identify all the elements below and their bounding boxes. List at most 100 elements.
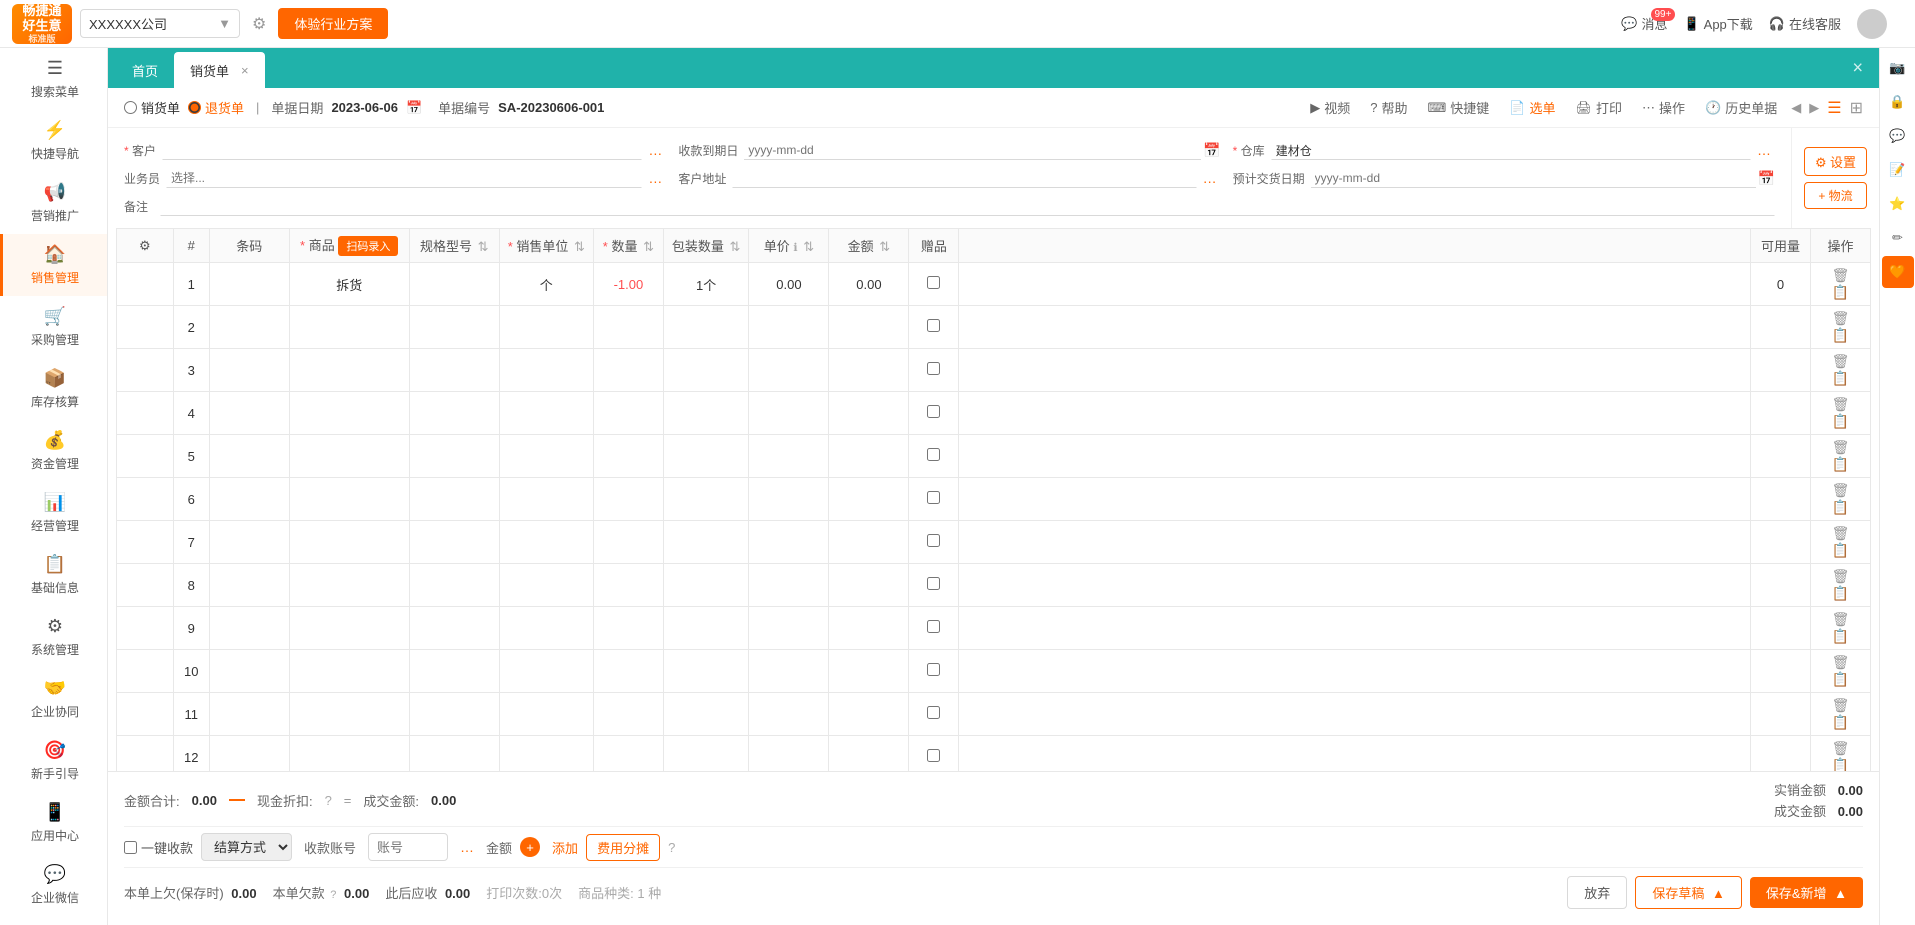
video-btn[interactable]: ▶ 视频 bbox=[1304, 96, 1356, 119]
row-copy-icon[interactable]: 📋 bbox=[1830, 325, 1851, 345]
customer-addr-input[interactable] bbox=[732, 168, 1196, 188]
table-wrapper[interactable]: ⚙ # 条码 * 商品 扫码录入 规格型号 ⇅ bbox=[108, 228, 1879, 771]
expected-cal-icon[interactable]: 📅 bbox=[1758, 170, 1775, 187]
history-btn[interactable]: 🕐 历史单据 bbox=[1699, 96, 1783, 119]
discard-btn[interactable]: 放弃 bbox=[1567, 876, 1627, 909]
receipt-date-input[interactable] bbox=[744, 141, 1201, 160]
unit-sort-icon[interactable]: ⇅ bbox=[574, 239, 585, 254]
tab-home[interactable]: 首页 bbox=[116, 52, 174, 88]
remark-input[interactable] bbox=[160, 196, 1775, 216]
close-all-icon[interactable]: × bbox=[1852, 58, 1863, 79]
shortcut-btn[interactable]: ⌨ 快捷键 bbox=[1422, 96, 1496, 119]
total-owe-help-icon[interactable]: ? bbox=[330, 889, 336, 901]
qty-sort-icon[interactable]: ⇅ bbox=[643, 239, 654, 254]
sidebar-item-inventory[interactable]: 📦 库存核算 bbox=[0, 358, 107, 420]
select-order-btn[interactable]: 📄 选单 bbox=[1503, 96, 1561, 119]
salesman-more-icon[interactable]: … bbox=[644, 170, 666, 186]
add-payment-label[interactable]: 添加 bbox=[552, 838, 578, 857]
sidebar-item-sales[interactable]: 🏠 销售管理 bbox=[0, 234, 107, 296]
col-header-settings[interactable]: ⚙ bbox=[117, 229, 174, 263]
float-orange-btn[interactable]: 🧡 bbox=[1882, 256, 1914, 288]
grid-view-icon[interactable]: ⊞ bbox=[1850, 98, 1863, 118]
radio-return[interactable]: 退货单 bbox=[188, 98, 244, 117]
add-payment-btn[interactable]: + bbox=[520, 837, 540, 857]
account-input[interactable] bbox=[368, 833, 448, 861]
sidebar-item-mkt[interactable]: 📢 营销推广 bbox=[0, 172, 107, 234]
row-copy-icon[interactable]: 📋 bbox=[1830, 712, 1851, 732]
logistics-btn[interactable]: + 物流 bbox=[1804, 182, 1867, 209]
draft-btn[interactable]: 保存草稿 ▲ bbox=[1635, 876, 1742, 909]
sidebar-item-finance[interactable]: 💰 资金管理 bbox=[0, 420, 107, 482]
app-download-btn[interactable]: 📱 App下载 bbox=[1683, 14, 1752, 33]
row1-barcode[interactable] bbox=[209, 263, 289, 306]
row-copy-icon[interactable]: 📋 bbox=[1830, 669, 1851, 689]
row1-amount[interactable]: 0.00 bbox=[829, 263, 909, 306]
draft-arrow-icon[interactable]: ▲ bbox=[1712, 886, 1725, 901]
float-star-btn[interactable]: ⭐ bbox=[1882, 188, 1914, 220]
row-copy-icon[interactable]: 📋 bbox=[1830, 583, 1851, 603]
expense-btn[interactable]: 费用分摊 bbox=[586, 834, 660, 861]
sidebar-item-search[interactable]: ☰ 搜索菜单 bbox=[0, 48, 107, 110]
row1-goods[interactable]: 拆货 bbox=[289, 263, 409, 306]
account-more-icon[interactable]: … bbox=[456, 839, 478, 855]
amount-sort-icon[interactable]: ⇅ bbox=[879, 239, 890, 254]
row1-gift[interactable] bbox=[909, 263, 959, 306]
trial-btn[interactable]: 体验行业方案 bbox=[278, 8, 388, 39]
row-copy-icon[interactable]: 📋 bbox=[1830, 540, 1851, 560]
radio-sale[interactable]: 销货单 bbox=[124, 98, 180, 117]
float-lock-btn[interactable]: 🔒 bbox=[1882, 86, 1914, 118]
service-btn[interactable]: 🎧 在线客服 bbox=[1769, 14, 1841, 33]
row-copy-icon[interactable]: 📋 bbox=[1830, 755, 1851, 771]
row1-spec[interactable] bbox=[409, 263, 499, 306]
row-copy-icon[interactable]: 📋 bbox=[1830, 411, 1851, 431]
prev-record-icon[interactable]: ◀ bbox=[1791, 100, 1801, 116]
price-sort-icon[interactable]: ⇅ bbox=[803, 239, 814, 254]
sidebar-item-corpwechat[interactable]: 💬 企业微信 bbox=[0, 854, 107, 916]
row-copy-icon[interactable]: 📋 bbox=[1830, 497, 1851, 517]
expense-help-icon[interactable]: ? bbox=[668, 840, 675, 855]
customer-input[interactable] bbox=[162, 140, 642, 160]
help-btn[interactable]: ? 帮助 bbox=[1364, 96, 1413, 119]
sidebar-item-purchase[interactable]: 🛒 采购管理 bbox=[0, 296, 107, 358]
date-picker-icon[interactable]: 📅 bbox=[406, 100, 422, 116]
tab-sales-order[interactable]: 销货单 × bbox=[174, 52, 265, 88]
sidebar-item-sysmgmt[interactable]: ⚙ 系统管理 bbox=[0, 606, 107, 668]
settings-btn[interactable]: ⚙ 设置 bbox=[1804, 147, 1867, 176]
sidebar-item-biz[interactable]: 📊 经营管理 bbox=[0, 482, 107, 544]
next-record-icon[interactable]: ▶ bbox=[1809, 100, 1819, 116]
sidebar-item-appcenter[interactable]: 📱 应用中心 bbox=[0, 792, 107, 854]
float-chat-btn[interactable]: 💬 bbox=[1882, 120, 1914, 152]
print-btn[interactable]: 🖨 打印 bbox=[1570, 96, 1629, 119]
customer-more-icon[interactable]: … bbox=[644, 142, 666, 158]
save-new-arrow-icon[interactable]: ▲ bbox=[1834, 886, 1847, 901]
topbar-gear-icon[interactable]: ⚙ bbox=[252, 14, 266, 34]
row1-qty[interactable]: -1.00 bbox=[593, 263, 663, 306]
expected-date-input[interactable] bbox=[1311, 169, 1756, 188]
company-selector[interactable]: XXXXXX公司 ▼ bbox=[80, 9, 240, 38]
addr-more-icon[interactable]: … bbox=[1199, 170, 1221, 186]
list-view-icon[interactable]: ☰ bbox=[1827, 98, 1841, 118]
one-click-payment[interactable]: 一键收款 bbox=[124, 838, 193, 857]
pkg-sort-icon[interactable]: ⇅ bbox=[730, 239, 741, 254]
msg-btn[interactable]: 💬 消息 99+ bbox=[1621, 14, 1667, 33]
save-new-btn[interactable]: 保存&新增 ▲ bbox=[1750, 877, 1863, 908]
calc-method-select[interactable]: 结算方式 bbox=[201, 833, 292, 861]
row-copy-icon[interactable]: 📋 bbox=[1830, 368, 1851, 388]
salesman-input[interactable] bbox=[166, 168, 642, 188]
sidebar-item-collab[interactable]: 🤝 企业协同 bbox=[0, 668, 107, 730]
row1-pkgqty[interactable]: 1个 bbox=[663, 263, 749, 306]
ops-btn[interactable]: ⋯ 操作 bbox=[1636, 96, 1691, 119]
table-settings-icon[interactable]: ⚙ bbox=[139, 238, 151, 253]
row-copy-icon[interactable]: 📋 bbox=[1830, 454, 1851, 474]
sidebar-item-member[interactable]: 👑 畅会员 bbox=[0, 916, 107, 925]
avatar[interactable] bbox=[1857, 9, 1887, 39]
row1-unit[interactable]: 个 bbox=[499, 263, 593, 306]
sidebar-item-quicknav[interactable]: ⚡ 快捷导航 bbox=[0, 110, 107, 172]
warehouse-input[interactable] bbox=[1271, 140, 1751, 160]
row1-copy-icon[interactable]: 📋 bbox=[1830, 282, 1851, 302]
float-camera-btn[interactable]: 📷 bbox=[1882, 52, 1914, 84]
spec-sort-icon[interactable]: ⇅ bbox=[478, 239, 489, 254]
float-note-btn[interactable]: 📝 bbox=[1882, 154, 1914, 186]
receipt-cal-icon[interactable]: 📅 bbox=[1203, 142, 1220, 159]
scan-btn[interactable]: 扫码录入 bbox=[338, 236, 398, 256]
